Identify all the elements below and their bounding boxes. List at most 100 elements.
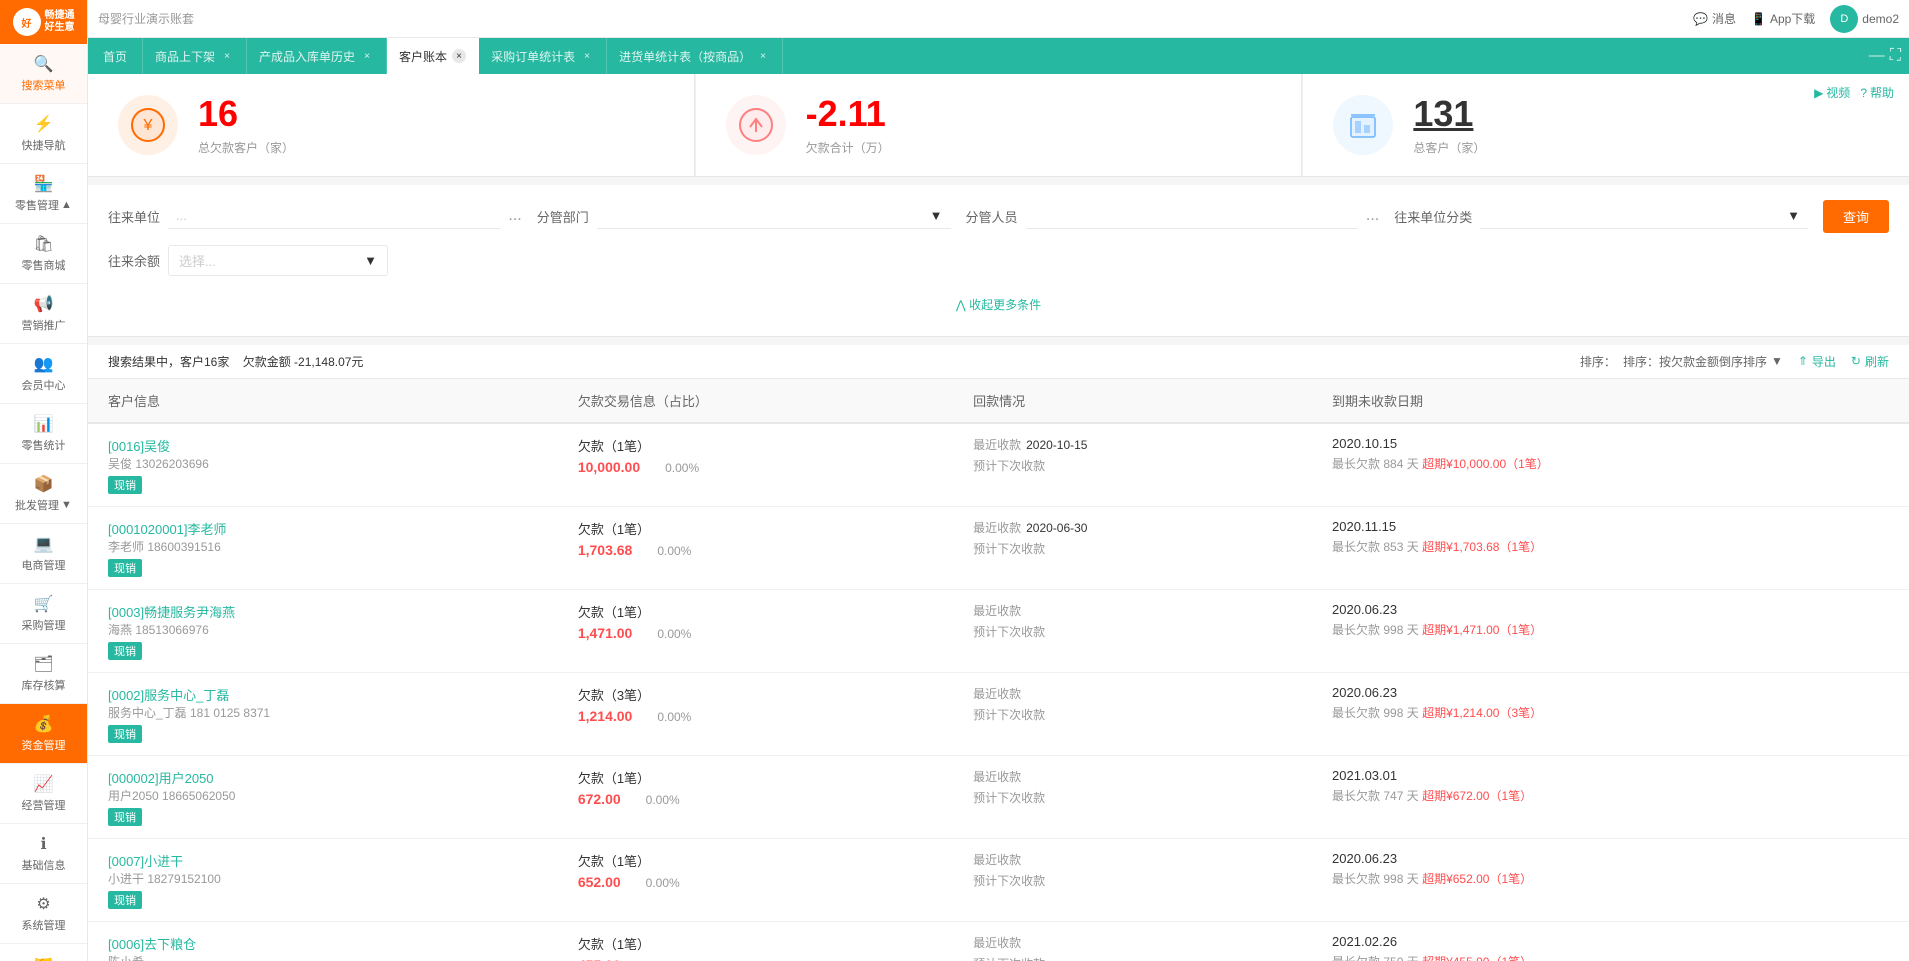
overdue-link-1[interactable]: 超期¥1,703.68（1笔） [1422, 540, 1542, 554]
cell-customer-4: [000002]用户2050 用户2050 18665062050 现销 [88, 755, 558, 838]
debt-amount-0[interactable]: 10,000.00 [578, 459, 640, 475]
sidebar-item-search[interactable]: 🔍 搜索菜单 [0, 44, 87, 104]
sidebar-item-retail-mall[interactable]: 🛍 零售商城 [0, 224, 87, 284]
customer-tag-5: 现销 [108, 891, 142, 909]
sidebar-item-purchase[interactable]: 🛒 采购管理 [0, 584, 87, 644]
sidebar-item-batch-mgmt[interactable]: 📦 批发管理 ▼ [0, 464, 87, 524]
sidebar-nav: 🔍 搜索菜单 ⚡ 快捷导航 🏪 零售管理 ▲ 🛍 零售商城 📢 营销推广 [0, 44, 87, 961]
sidebar-item-member[interactable]: 👥 会员中心 [0, 344, 87, 404]
tabs-actions: — ⛶ [1861, 47, 1909, 65]
customer-code-1[interactable]: [0001020001]李老师 [108, 519, 538, 538]
tab-production[interactable]: 产成品入库单历史 × [247, 38, 387, 74]
overdue-link-0[interactable]: 超期¥10,000.00（1笔） [1422, 457, 1549, 471]
tab-home[interactable]: 首页 [88, 38, 143, 74]
tab-goods-close[interactable]: × [220, 49, 234, 63]
debt-amount-3[interactable]: 1,214.00 [578, 708, 633, 724]
tab-customer[interactable]: 客户账本 × [387, 38, 479, 74]
customer-code-2[interactable]: [0003]畅捷服务尹海燕 [108, 602, 538, 621]
tab-maximize-btn[interactable]: ⛶ [1890, 47, 1901, 65]
debt-count-6: 欠款（1笔） [578, 934, 650, 953]
due-overdue-1: 最长欠款 853 天 超期¥1,703.68（1笔） [1332, 538, 1889, 555]
user-avatar[interactable]: D demo2 [1830, 5, 1899, 33]
source-unit-input[interactable] [168, 203, 500, 229]
sidebar-item-operation[interactable]: 📈 经营管理 [0, 764, 87, 824]
debt-amount-4[interactable]: 672.00 [578, 791, 621, 807]
video-link[interactable]: ▶ 视频 [1814, 84, 1850, 101]
sidebar-item-marketing[interactable]: 📢 营销推广 [0, 284, 87, 344]
logo-icon: 好 [13, 8, 41, 36]
source-unit-more[interactable]: ... [508, 207, 521, 225]
overdue-link-2[interactable]: 超期¥1,471.00（1笔） [1422, 623, 1542, 637]
collection-next-6: 预计下次收款 [973, 955, 1292, 961]
filter-person: 分管人员 ... [966, 203, 1380, 229]
sidebar-item-inventory[interactable]: 🗂 库存核算 [0, 644, 87, 704]
customer-code-4[interactable]: [000002]用户2050 [108, 768, 538, 787]
cell-due-2: 2020.06.23 最长欠款 998 天 超期¥1,471.00（1笔） [1312, 589, 1909, 672]
message-btn[interactable]: 💬 消息 [1693, 10, 1736, 27]
customer-phone-0: 吴俊 13026203696 [108, 455, 538, 472]
tab-customer-close[interactable]: × [452, 49, 466, 63]
sidebar-item-enterprise[interactable]: 🤝 企业协同 [0, 944, 87, 961]
content-area: ¥ 16 总欠款客户（家） [88, 74, 1909, 961]
debt-amount-2[interactable]: 1,471.00 [578, 625, 633, 641]
collection-last-2: 最近收款 [973, 602, 1292, 619]
cell-customer-1: [0001020001]李老师 李老师 18600391516 现销 [88, 506, 558, 589]
due-date-1: 2020.11.15 [1332, 519, 1889, 534]
due-overdue-2: 最长欠款 998 天 超期¥1,471.00（1笔） [1332, 621, 1889, 638]
customer-code-0[interactable]: [0016]吴俊 [108, 436, 538, 455]
tab-production-close[interactable]: × [360, 49, 374, 63]
sidebar-item-quick-nav[interactable]: ⚡ 快捷导航 [0, 104, 87, 164]
tab-purchase-close[interactable]: × [580, 49, 594, 63]
person-more[interactable]: ... [1366, 207, 1379, 225]
data-table: 客户信息 欠款交易信息（占比） 回款情况 到期未收款日期 [0016]吴俊 吴俊… [88, 379, 1909, 961]
cell-customer-5: [0007]小进干 小进干 18279152100 现销 [88, 838, 558, 921]
dept-select[interactable]: ▼ [597, 203, 951, 229]
refresh-btn[interactable]: ↻ 刷新 [1851, 353, 1889, 370]
logo-text: 畅捷通好生意 [45, 10, 75, 34]
customer-code-5[interactable]: [0007]小进干 [108, 851, 538, 870]
balance-select[interactable]: 选择... ▼ [168, 245, 388, 276]
tab-goods[interactable]: 商品上下架 × [143, 38, 247, 74]
export-btn[interactable]: ⇑ 导出 [1798, 353, 1836, 370]
customer-tag-1: 现销 [108, 559, 142, 577]
tab-purchase[interactable]: 采购订单统计表 × [479, 38, 607, 74]
collection-last-4: 最近收款 [973, 768, 1292, 785]
tab-inbound[interactable]: 进货单统计表（按商品） × [607, 38, 783, 74]
customer-tag-4: 现销 [108, 808, 142, 826]
overdue-link-5[interactable]: 超期¥652.00（1笔） [1422, 872, 1532, 886]
due-date-0: 2020.10.15 [1332, 436, 1889, 451]
person-input[interactable] [1026, 203, 1358, 229]
col-due-date: 到期未收款日期 [1312, 379, 1909, 423]
overdue-link-4[interactable]: 超期¥672.00（1笔） [1422, 789, 1532, 803]
tab-minimize-btn[interactable]: — [1869, 47, 1885, 65]
sidebar-item-retail-stat[interactable]: 📊 零售统计 [0, 404, 87, 464]
debt-amount-1[interactable]: 1,703.68 [578, 542, 633, 558]
app-download-btn[interactable]: 📱 App下载 [1751, 10, 1815, 27]
sidebar-item-finance[interactable]: 💰 资金管理 [0, 704, 87, 764]
customer-phone-5: 小进干 18279152100 [108, 870, 538, 887]
due-overdue-3: 最长欠款 998 天 超期¥1,214.00（3笔） [1332, 704, 1889, 721]
search-button[interactable]: 查询 [1823, 200, 1889, 233]
customer-code-3[interactable]: [0002]服务中心_丁磊 [108, 685, 538, 704]
person-label: 分管人员 [966, 207, 1018, 226]
unit-classify-select[interactable]: ▼ [1480, 203, 1808, 229]
overdue-link-3[interactable]: 超期¥1,214.00（3笔） [1422, 706, 1542, 720]
debt-amount-5[interactable]: 652.00 [578, 874, 621, 890]
help-link[interactable]: ? 帮助 [1860, 84, 1894, 101]
sidebar-item-basic-info[interactable]: ℹ 基础信息 [0, 824, 87, 884]
overdue-link-6[interactable]: 超期¥455.90（1笔） [1422, 955, 1532, 961]
customer-code-6[interactable]: [0006]去下粮仓 [108, 934, 538, 953]
collection-next-2: 预计下次收款 [973, 623, 1292, 640]
sidebar-item-ecommerce[interactable]: 💻 电商管理 [0, 524, 87, 584]
tab-inbound-close[interactable]: × [756, 49, 770, 63]
sidebar-item-system[interactable]: ⚙ 系统管理 [0, 884, 87, 944]
filter-toggle[interactable]: ⋀ 收起更多条件 [108, 288, 1889, 321]
sort-select[interactable]: 排序： 排序：按欠款金额倒序排序 ▼ [1580, 353, 1783, 370]
debt-percent-2: 0.00% [657, 627, 691, 641]
dept-label: 分管部门 [537, 207, 589, 226]
due-date-4: 2021.03.01 [1332, 768, 1889, 783]
sidebar-logo[interactable]: 好 畅捷通好生意 [0, 0, 87, 44]
top-bar: 母婴行业演示账套 💬 消息 📱 App下载 D demo2 [88, 0, 1909, 38]
debt-amount-6[interactable]: 455.90 [578, 957, 621, 961]
sidebar-item-retail-mgmt[interactable]: 🏪 零售管理 ▲ [0, 164, 87, 224]
